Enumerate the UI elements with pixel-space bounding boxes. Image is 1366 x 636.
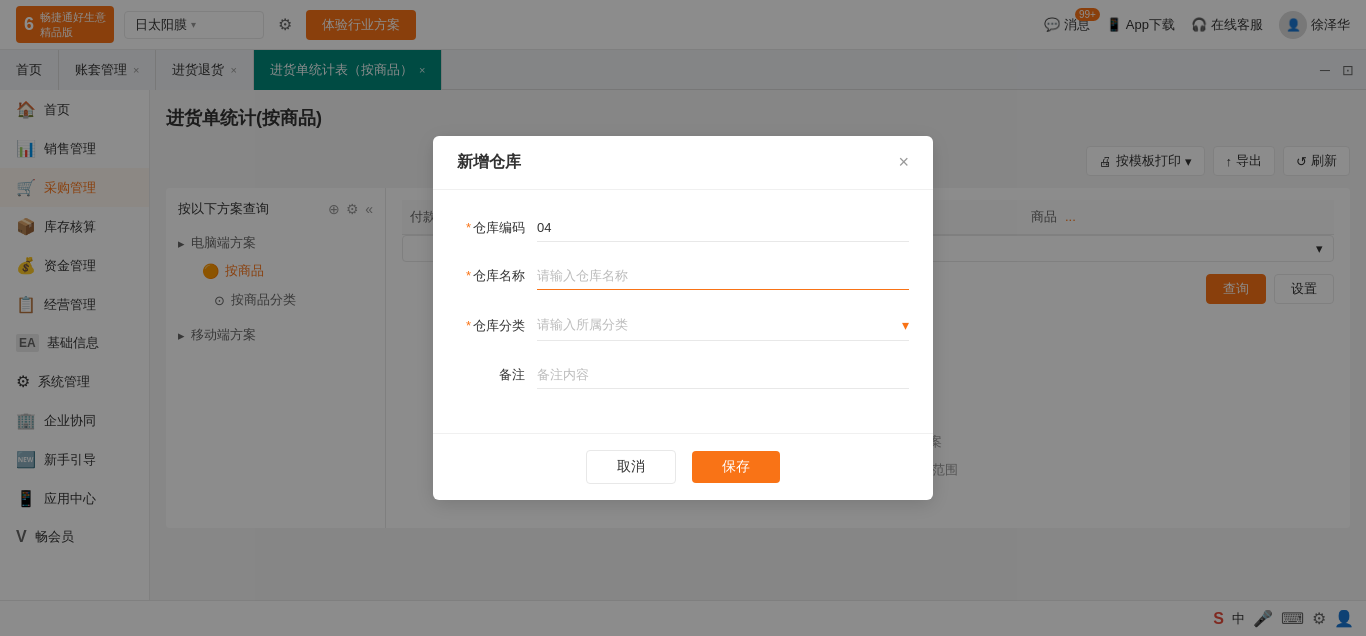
name-input[interactable] <box>537 262 909 290</box>
name-label: 仓库名称 <box>457 267 537 285</box>
form-row-note: 备注 <box>457 361 909 389</box>
category-placeholder: 请输入所属分类 <box>537 316 902 334</box>
modal-footer: 取消 保存 <box>433 433 933 500</box>
form-row-name: 仓库名称 <box>457 262 909 290</box>
modal-body: 仓库编码 仓库名称 仓库分类 请输入所属分类 ▾ 备注 <box>433 190 933 433</box>
modal-header: 新增仓库 × <box>433 136 933 190</box>
note-label: 备注 <box>457 366 537 384</box>
modal-title: 新增仓库 <box>457 152 521 173</box>
cancel-button[interactable]: 取消 <box>586 450 676 484</box>
modal-close-button[interactable]: × <box>898 152 909 173</box>
form-row-code: 仓库编码 <box>457 214 909 242</box>
category-label: 仓库分类 <box>457 317 537 335</box>
note-input[interactable] <box>537 361 909 389</box>
new-warehouse-modal: 新增仓库 × 仓库编码 仓库名称 仓库分类 请输入所属分类 ▾ <box>433 136 933 500</box>
form-row-category: 仓库分类 请输入所属分类 ▾ <box>457 310 909 341</box>
modal-overlay: 新增仓库 × 仓库编码 仓库名称 仓库分类 请输入所属分类 ▾ <box>0 0 1366 636</box>
save-button[interactable]: 保存 <box>692 451 780 483</box>
code-label: 仓库编码 <box>457 219 537 237</box>
category-select[interactable]: 请输入所属分类 ▾ <box>537 310 909 341</box>
code-input[interactable] <box>537 214 909 242</box>
category-arrow-icon: ▾ <box>902 317 909 333</box>
